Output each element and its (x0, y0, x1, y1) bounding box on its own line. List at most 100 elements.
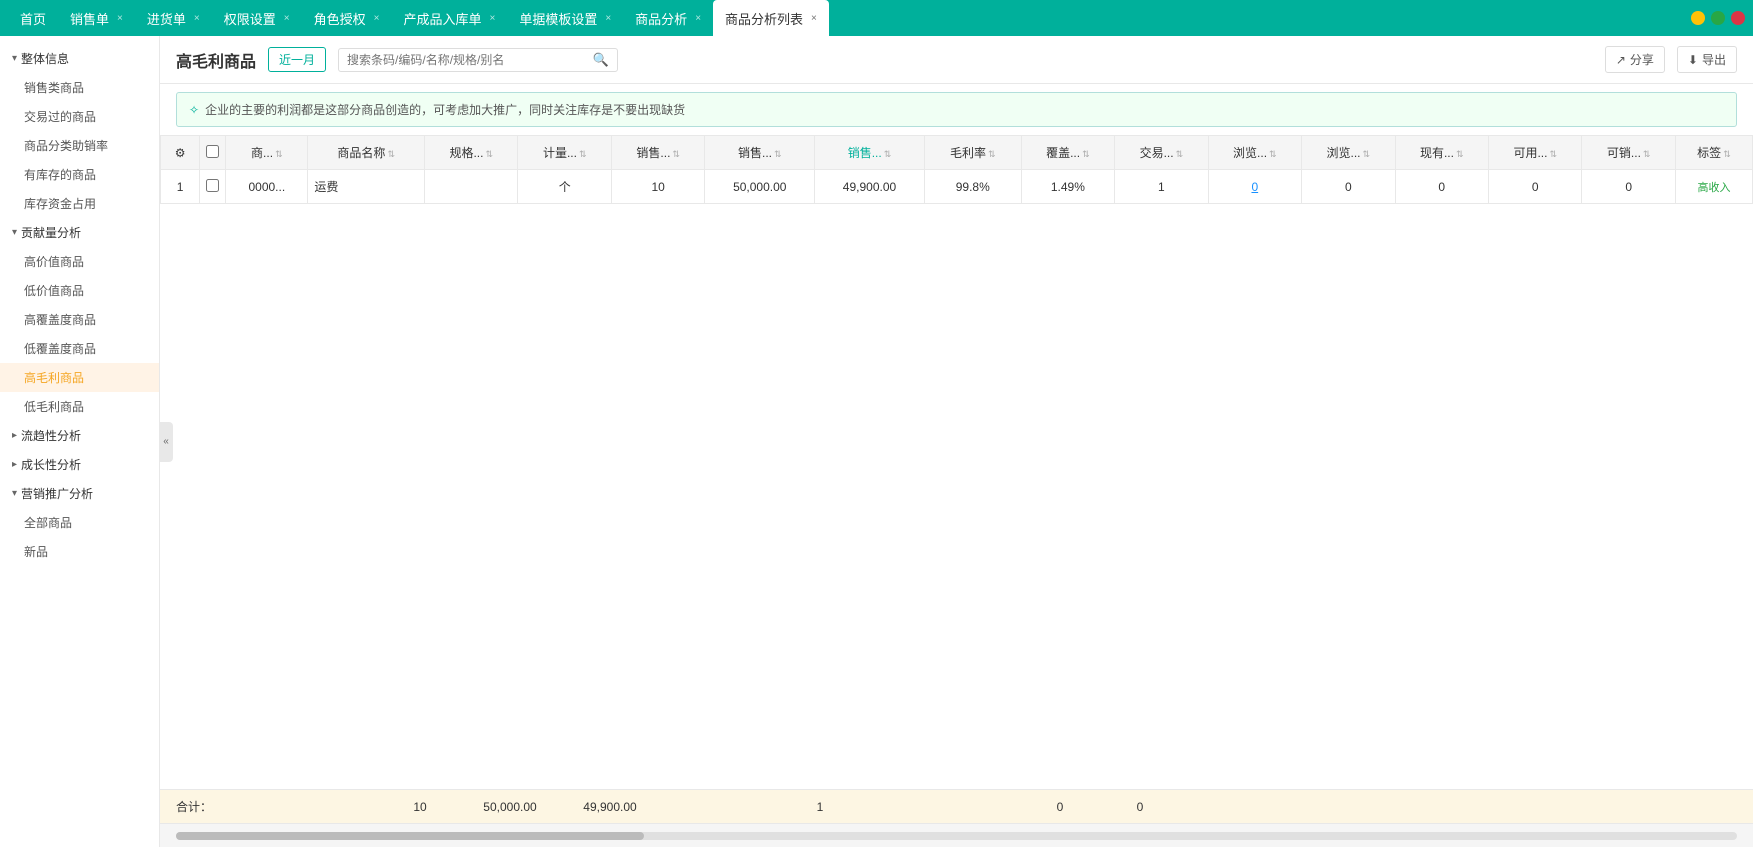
col-checkbox[interactable] (200, 136, 226, 170)
sort-icon: ⇅ (1176, 149, 1184, 159)
footer-sales-cost: 49,900.00 (560, 800, 660, 814)
close-icon[interactable]: × (117, 13, 123, 24)
period-button[interactable]: 近一月 (268, 47, 326, 72)
nav-purchase[interactable]: 进货单 × (135, 0, 212, 36)
footer-sales-qty: 10 (380, 800, 460, 814)
col-coverage[interactable]: 覆盖...⇅ (1021, 136, 1114, 170)
col-sellable[interactable]: 可销...⇅ (1582, 136, 1675, 170)
nav-analysis[interactable]: 商品分析 × (623, 0, 713, 36)
col-browse2[interactable]: 浏览...⇅ (1302, 136, 1395, 170)
info-banner: ✧ 企业的主要的利润都是这部分商品创造的，可考虑加大推广，同时关注库存是不要出现… (176, 92, 1737, 127)
nav-permission[interactable]: 权限设置 × (212, 0, 302, 36)
col-code[interactable]: 商...⇅ (226, 136, 308, 170)
sidebar-item-high-coverage[interactable]: 高覆盖度商品 (0, 305, 159, 334)
share-icon: ↗ (1616, 53, 1626, 67)
sort-icon: ⇅ (774, 149, 782, 159)
nav-analysis-list[interactable]: 商品分析列表 × (713, 0, 829, 36)
col-sales-cost[interactable]: 销售...⇅ (815, 136, 925, 170)
minimize-button[interactable] (1691, 11, 1705, 25)
sidebar-item-low-margin[interactable]: 低毛利商品 (0, 392, 159, 421)
sidebar-item-low-coverage[interactable]: 低覆盖度商品 (0, 334, 159, 363)
select-all-checkbox[interactable] (206, 145, 219, 158)
sidebar-group-contribution[interactable]: ▾ 贡献量分析 (0, 218, 159, 247)
col-unit[interactable]: 计量...⇅ (518, 136, 611, 170)
sort-icon: ⇅ (275, 149, 283, 159)
nav-product-inbound[interactable]: 产成品入库单 × (391, 0, 507, 36)
sidebar-item-category-rate[interactable]: 商品分类助销率 (0, 131, 159, 160)
sort-icon: ⇅ (672, 149, 680, 159)
col-available[interactable]: 可用...⇅ (1488, 136, 1581, 170)
table-header-row: ⚙ 商...⇅ 商品名称⇅ 规格...⇅ (161, 136, 1753, 170)
content-header: 高毛利商品 近一月 🔍 ↗ 分享 ⬇ 导出 (160, 36, 1753, 84)
sidebar-item-new-goods[interactable]: 新品 (0, 537, 159, 566)
col-settings[interactable]: ⚙ (161, 136, 200, 170)
col-gross-rate[interactable]: 毛利率⇅ (924, 136, 1021, 170)
col-sales-qty[interactable]: 销售...⇅ (611, 136, 704, 170)
maximize-button[interactable] (1711, 11, 1725, 25)
close-button[interactable] (1731, 11, 1745, 25)
sidebar-item-sales-goods[interactable]: 销售类商品 (0, 73, 159, 102)
search-input[interactable] (347, 53, 593, 67)
sort-icon: ⇅ (579, 149, 587, 159)
close-icon[interactable]: × (194, 13, 200, 24)
col-name[interactable]: 商品名称⇅ (308, 136, 425, 170)
col-current-stock[interactable]: 现有...⇅ (1395, 136, 1488, 170)
scrollbar-area[interactable] (160, 823, 1753, 847)
close-icon[interactable]: × (374, 13, 380, 24)
arrow-right-icon: ▸ (12, 430, 17, 441)
export-icon: ⬇ (1688, 53, 1698, 67)
sidebar-collapse-button[interactable]: « (160, 422, 173, 462)
sidebar-item-low-value[interactable]: 低价值商品 (0, 276, 159, 305)
close-icon[interactable]: × (695, 13, 701, 24)
col-spec[interactable]: 规格...⇅ (425, 136, 518, 170)
sidebar-item-high-value[interactable]: 高价值商品 (0, 247, 159, 276)
sort-icon: ⇅ (1723, 149, 1731, 159)
cell-checkbox[interactable] (200, 170, 226, 204)
search-icon[interactable]: 🔍 (593, 52, 609, 68)
sort-icon: ⇅ (1456, 149, 1464, 159)
scrollbar-thumb[interactable] (176, 832, 644, 840)
col-browse1[interactable]: 浏览...⇅ (1208, 136, 1301, 170)
nav-template[interactable]: 单据模板设置 × (507, 0, 623, 36)
sort-icon: ⇅ (1643, 149, 1651, 159)
page-title: 高毛利商品 (176, 48, 256, 72)
sort-icon: ⇅ (485, 149, 493, 159)
col-sales-amount[interactable]: 销售...⇅ (705, 136, 815, 170)
close-icon[interactable]: × (605, 13, 611, 24)
sidebar-group-growth[interactable]: ▸ 成长性分析 (0, 450, 159, 479)
sidebar-group-flow[interactable]: ▸ 流趋性分析 (0, 421, 159, 450)
col-trade[interactable]: 交易...⇅ (1115, 136, 1208, 170)
sidebar-group-overall[interactable]: ▾ 整体信息 (0, 44, 159, 73)
sort-icon: ⇅ (1269, 149, 1277, 159)
sort-icon: ⇅ (1549, 149, 1557, 159)
cell-browse1[interactable]: 0 (1208, 170, 1301, 204)
row-checkbox[interactable] (206, 179, 219, 192)
table-row: 1 0000... 运费 个 10 50,000.00 49,900.00 99… (161, 170, 1753, 204)
sidebar-item-stock-goods[interactable]: 有库存的商品 (0, 160, 159, 189)
close-icon[interactable]: × (811, 13, 817, 24)
top-nav: 首页 销售单 × 进货单 × 权限设置 × 角色授权 × 产成品入库单 × 单据… (0, 0, 1753, 36)
col-tag[interactable]: 标签⇅ (1675, 136, 1752, 170)
footer-trade: 1 (780, 800, 860, 814)
footer-gross-rate (660, 800, 720, 814)
nav-home[interactable]: 首页 (8, 0, 58, 36)
share-button[interactable]: ↗ 分享 (1605, 46, 1665, 73)
cell-sellable: 0 (1582, 170, 1675, 204)
close-icon[interactable]: × (284, 13, 290, 24)
export-button[interactable]: ⬇ 导出 (1677, 46, 1737, 73)
close-icon[interactable]: × (489, 13, 495, 24)
cell-tag: 高收入 (1675, 170, 1752, 204)
window-controls (1691, 11, 1745, 25)
sidebar-item-stock-fund[interactable]: 库存资金占用 (0, 189, 159, 218)
footer-sales-amount: 50,000.00 (460, 800, 560, 814)
sidebar-group-marketing[interactable]: ▾ 营销推广分析 (0, 479, 159, 508)
sidebar-item-all-goods[interactable]: 全部商品 (0, 508, 159, 537)
sidebar-item-high-margin[interactable]: 高毛利商品 (0, 363, 159, 392)
tip-icon: ✧ (189, 103, 199, 117)
footer-current-stock: 0 (1020, 800, 1100, 814)
sidebar-item-traded-goods[interactable]: 交易过的商品 (0, 102, 159, 131)
nav-role[interactable]: 角色授权 × (302, 0, 392, 36)
footer-available: 0 (1100, 800, 1180, 814)
cell-sales-cost: 49,900.00 (815, 170, 925, 204)
nav-sales[interactable]: 销售单 × (58, 0, 135, 36)
